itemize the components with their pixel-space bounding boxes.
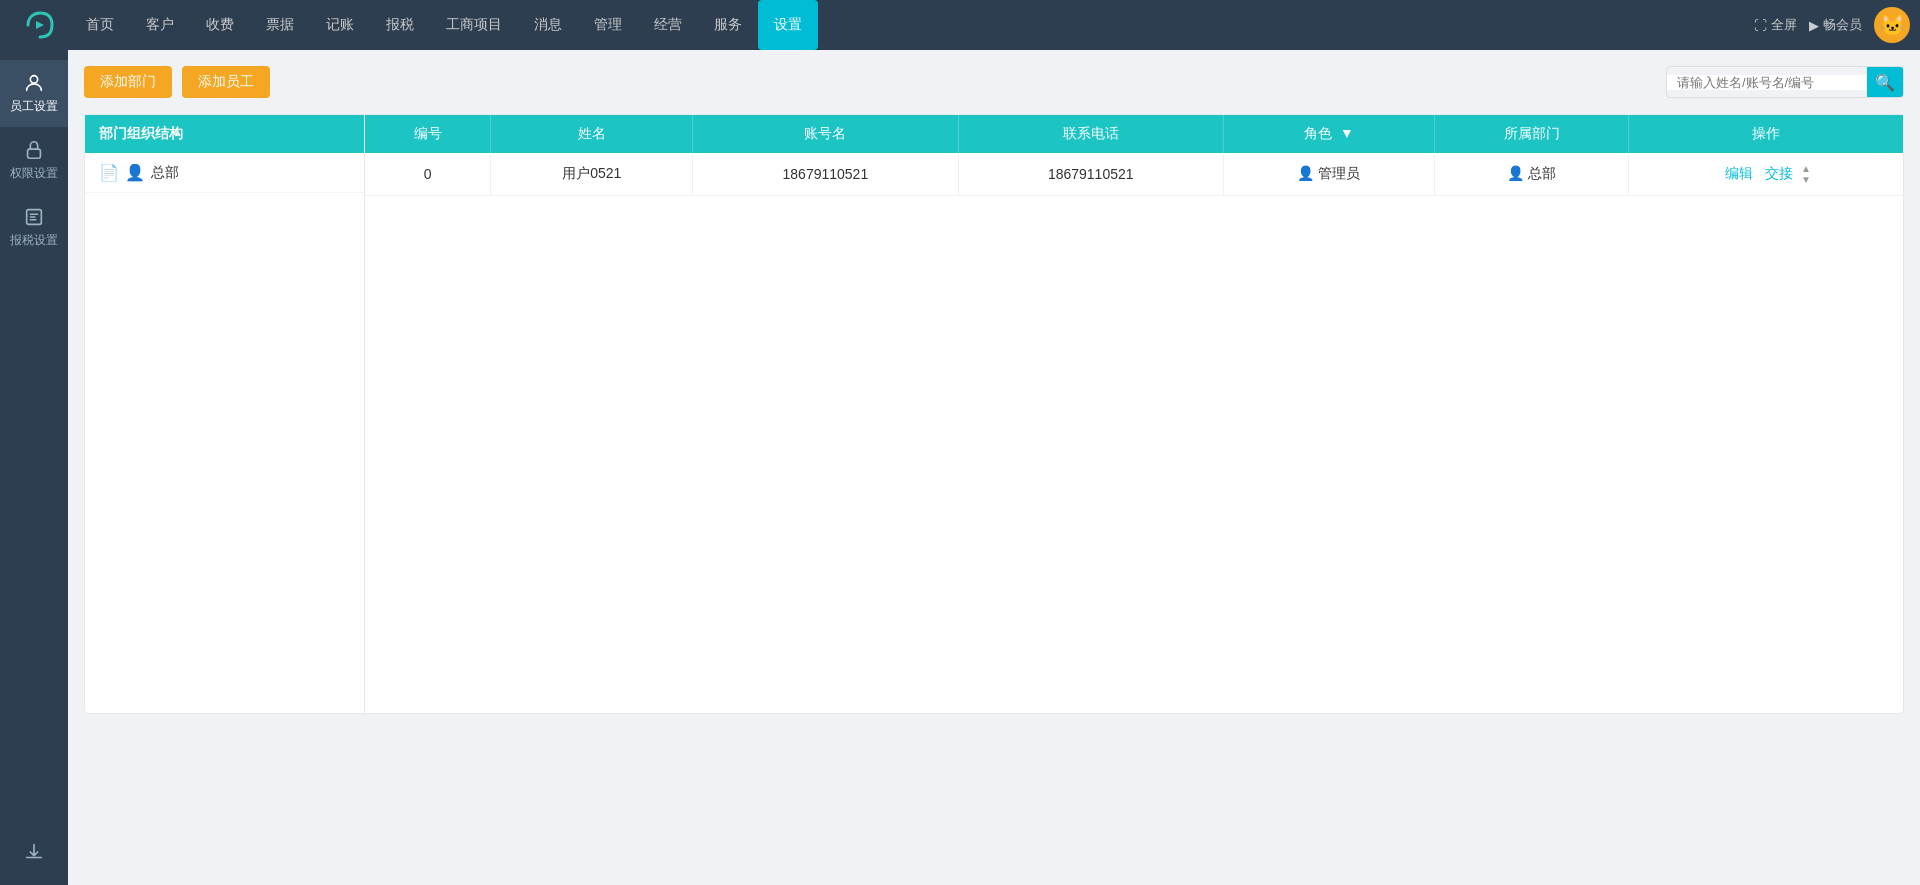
dept-panel: 部门组织结构 📄 👤 总部 xyxy=(85,115,365,713)
nav-customer[interactable]: 客户 xyxy=(130,0,190,50)
dept-tree-item-general[interactable]: 📄 👤 总部 xyxy=(85,153,364,193)
vip-btn[interactable]: ▶ 畅会员 xyxy=(1809,16,1862,34)
col-account: 账号名 xyxy=(693,115,958,153)
search-button[interactable]: 🔍 xyxy=(1867,66,1903,98)
role-filter-icon[interactable]: ▼ xyxy=(1340,125,1354,141)
dept-ref-icon: 👤 xyxy=(1507,165,1524,181)
cell-name: 用户0521 xyxy=(491,153,693,196)
nav-accounting[interactable]: 记账 xyxy=(310,0,370,50)
nav-invoice[interactable]: 票据 xyxy=(250,0,310,50)
nav-billing[interactable]: 收费 xyxy=(190,0,250,50)
sidebar-label-tax: 报税设置 xyxy=(10,232,58,249)
sidebar-item-permissions[interactable]: 权限设置 xyxy=(0,127,68,194)
vip-icon: ▶ xyxy=(1809,18,1819,33)
cell-number: 0 xyxy=(365,153,491,196)
search-input[interactable] xyxy=(1667,75,1867,90)
sidebar-item-employee[interactable]: 员工设置 xyxy=(0,60,68,127)
dept-user-icon: 👤 xyxy=(125,163,145,182)
cell-account: 18679110521 xyxy=(693,153,958,196)
nav-tax[interactable]: 报税 xyxy=(370,0,430,50)
vip-label: 畅会员 xyxy=(1823,16,1862,34)
col-name: 姓名 xyxy=(491,115,693,153)
nav-management[interactable]: 管理 xyxy=(578,0,638,50)
cell-phone: 18679110521 xyxy=(958,153,1223,196)
scroll-indicator: ▲ ▼ xyxy=(1801,163,1811,185)
svg-rect-1 xyxy=(28,149,41,158)
col-action: 操作 xyxy=(1629,115,1903,153)
fullscreen-label: 全屏 xyxy=(1771,16,1797,34)
nav-items: 首页 客户 收费 票据 记账 报税 工商项目 消息 管理 经营 服务 设置 xyxy=(70,0,1754,50)
file-icon: 📄 xyxy=(99,163,119,182)
sidebar-label-permissions: 权限设置 xyxy=(10,165,58,182)
sidebar-item-tax[interactable]: 报税设置 xyxy=(0,194,68,261)
table-row: 0 用户0521 18679110521 18679110521 👤管理员 👤总… xyxy=(365,153,1903,196)
employee-panel: 编号 姓名 账号名 联系电话 角色 ▼ 所属部门 操作 0 用户0521 xyxy=(365,115,1903,713)
table-header-row: 编号 姓名 账号名 联系电话 角色 ▼ 所属部门 操作 xyxy=(365,115,1903,153)
col-dept: 所属部门 xyxy=(1434,115,1628,153)
toolbar: 添加部门 添加员工 🔍 xyxy=(84,66,1904,98)
role-icon: 👤 xyxy=(1297,165,1314,181)
col-number: 编号 xyxy=(365,115,491,153)
nav-settings[interactable]: 设置 xyxy=(758,0,818,50)
cell-role: 👤管理员 xyxy=(1223,153,1434,196)
sidebar: 员工设置 权限设置 报税设置 xyxy=(0,50,68,885)
table-body: 0 用户0521 18679110521 18679110521 👤管理员 👤总… xyxy=(365,153,1903,196)
col-role: 角色 ▼ xyxy=(1223,115,1434,153)
add-employee-button[interactable]: 添加员工 xyxy=(182,66,270,98)
main-content: 添加部门 添加员工 🔍 部门组织结构 📄 👤 总部 xyxy=(68,50,1920,885)
nav-service[interactable]: 服务 xyxy=(698,0,758,50)
employee-table: 编号 姓名 账号名 联系电话 角色 ▼ 所属部门 操作 0 用户0521 xyxy=(365,115,1903,196)
nav-right: ⛶ 全屏 ▶ 畅会员 🐱 xyxy=(1754,7,1910,43)
avatar[interactable]: 🐱 xyxy=(1874,7,1910,43)
nav-operations[interactable]: 经营 xyxy=(638,0,698,50)
cell-action: 编辑 交接 ▲ ▼ xyxy=(1629,153,1903,195)
fullscreen-icon: ⛶ xyxy=(1754,18,1767,33)
sidebar-item-download[interactable] xyxy=(0,829,68,875)
fullscreen-btn[interactable]: ⛶ 全屏 xyxy=(1754,16,1797,34)
nav-message[interactable]: 消息 xyxy=(518,0,578,50)
app-logo xyxy=(10,7,70,43)
search-input-wrap: 🔍 xyxy=(1666,66,1904,98)
top-nav: 首页 客户 收费 票据 记账 报税 工商项目 消息 管理 经营 服务 设置 ⛶ … xyxy=(0,0,1920,50)
transfer-link[interactable]: 交接 xyxy=(1765,165,1793,183)
sidebar-label-employee: 员工设置 xyxy=(10,98,58,115)
cell-dept: 👤总部 xyxy=(1434,153,1628,196)
nav-home[interactable]: 首页 xyxy=(70,0,130,50)
search-icon: 🔍 xyxy=(1875,73,1895,92)
nav-business[interactable]: 工商项目 xyxy=(430,0,518,50)
add-dept-button[interactable]: 添加部门 xyxy=(84,66,172,98)
edit-link[interactable]: 编辑 xyxy=(1725,165,1753,183)
svg-point-0 xyxy=(30,76,37,83)
col-phone: 联系电话 xyxy=(958,115,1223,153)
dept-name-general: 总部 xyxy=(151,164,179,182)
dept-panel-header: 部门组织结构 xyxy=(85,115,364,153)
content-area: 部门组织结构 📄 👤 总部 编号 姓名 账号名 联系电话 角色 xyxy=(84,114,1904,714)
